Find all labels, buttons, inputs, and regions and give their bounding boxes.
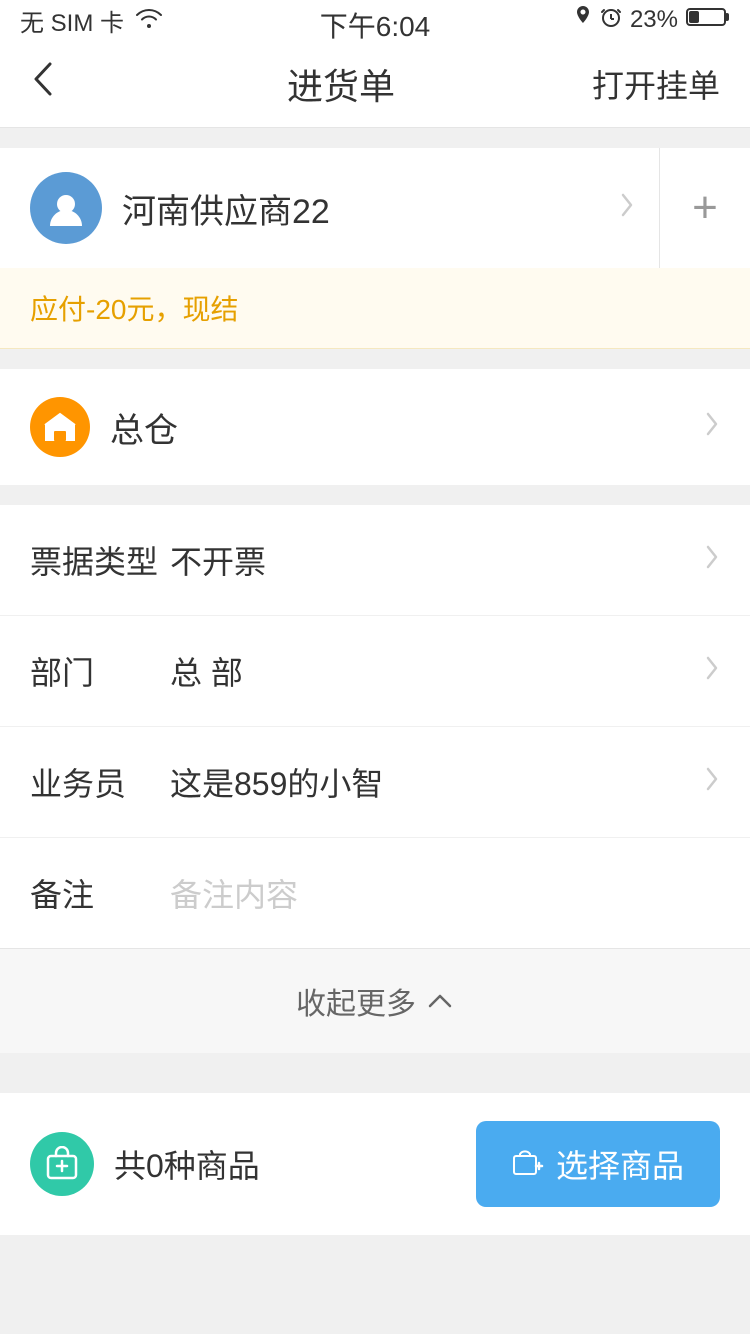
notice-text: 应付-20元，现结 <box>30 294 238 325</box>
salesman-value: 这是859的小智 <box>170 759 694 805</box>
department-value: 总 部 <box>170 648 694 694</box>
select-product-label: 选择商品 <box>556 1141 684 1187</box>
salesman-row[interactable]: 业务员 这是859的小智 <box>0 727 750 838</box>
wifi-icon <box>134 6 164 35</box>
supplier-chevron-icon <box>595 191 659 226</box>
form-section: 票据类型 不开票 部门 总 部 业务员 这是859的小智 备注 备注内容 <box>0 505 750 948</box>
status-right: 23% <box>574 6 730 35</box>
department-label: 部门 <box>30 648 170 694</box>
invoice-type-label: 票据类型 <box>30 537 170 583</box>
battery-icon <box>686 6 730 35</box>
notice-banner: 应付-20元，现结 <box>0 268 750 349</box>
product-count-label: 共0种商品 <box>114 1141 456 1187</box>
salesman-chevron-icon <box>704 765 720 800</box>
supplier-avatar <box>30 172 102 244</box>
collapse-icon <box>426 985 454 1017</box>
alarm-icon <box>600 6 622 35</box>
status-time: 下午6:04 <box>320 5 431 45</box>
carrier-label: 无 SIM 卡 <box>20 3 124 38</box>
supplier-section: 河南供应商22 + <box>0 148 750 268</box>
invoice-type-value: 不开票 <box>170 537 694 583</box>
warehouse-icon <box>30 397 90 457</box>
status-bar: 无 SIM 卡 下午6:04 23% <box>0 0 750 40</box>
warehouse-name: 总仓 <box>110 403 704 452</box>
location-icon <box>574 6 592 35</box>
remark-label: 备注 <box>30 870 170 916</box>
invoice-type-row[interactable]: 票据类型 不开票 <box>0 505 750 616</box>
back-button[interactable] <box>30 60 90 107</box>
warehouse-chevron-icon <box>704 410 720 445</box>
status-left: 无 SIM 卡 <box>20 3 164 38</box>
open-pending-button[interactable]: 打开挂单 <box>592 61 720 107</box>
bottom-section: 共0种商品 选择商品 <box>0 1093 750 1235</box>
product-icon <box>30 1132 94 1196</box>
warehouse-row[interactable]: 总仓 <box>0 369 750 485</box>
collapse-row[interactable]: 收起更多 <box>0 948 750 1053</box>
supplier-main[interactable]: 河南供应商22 <box>0 148 660 268</box>
remark-row[interactable]: 备注 备注内容 <box>0 838 750 948</box>
section-gap-2 <box>0 1053 750 1073</box>
remark-placeholder: 备注内容 <box>170 870 720 916</box>
battery-label: 23% <box>630 6 678 34</box>
collapse-label: 收起更多 <box>296 979 416 1023</box>
invoice-type-chevron-icon <box>704 543 720 578</box>
add-supplier-button[interactable]: + <box>660 148 750 268</box>
select-product-button[interactable]: 选择商品 <box>476 1121 720 1207</box>
page-title: 进货单 <box>287 58 395 110</box>
department-chevron-icon <box>704 654 720 689</box>
section-gap-1 <box>0 128 750 148</box>
nav-bar: 进货单 打开挂单 <box>0 40 750 128</box>
salesman-label: 业务员 <box>30 759 170 805</box>
department-row[interactable]: 部门 总 部 <box>0 616 750 727</box>
supplier-name: 河南供应商22 <box>122 184 595 233</box>
